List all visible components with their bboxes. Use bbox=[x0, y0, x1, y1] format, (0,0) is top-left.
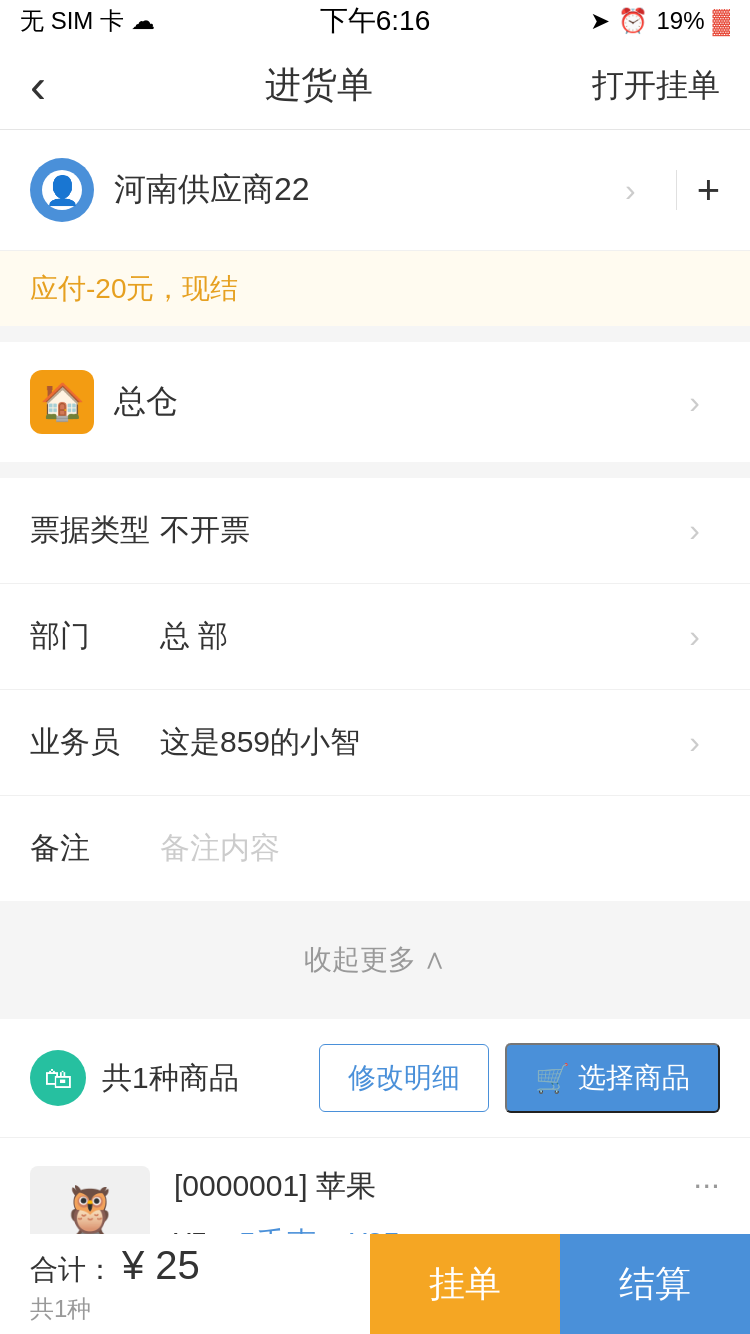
product-more-button[interactable]: ··· bbox=[693, 1166, 720, 1203]
supplier-section: 👤 河南供应商22 › + bbox=[0, 130, 750, 251]
avatar-icon: 👤 bbox=[42, 170, 82, 210]
payment-info: 应付-20元，现结 bbox=[30, 273, 238, 304]
edit-detail-button[interactable]: 修改明细 bbox=[319, 1044, 489, 1112]
warehouse-row[interactable]: 🏠 总仓 › bbox=[0, 342, 750, 462]
status-bar: 无 SIM 卡 ☁ 下午6:16 ➤ ⏰ 19% ▓ bbox=[0, 0, 750, 42]
payment-banner: 应付-20元，现结 bbox=[0, 251, 750, 326]
select-product-icon: 🛒 bbox=[535, 1062, 570, 1095]
collapse-button[interactable]: 收起更多 ∧ bbox=[0, 917, 750, 1003]
product-header: 🛍 共1种商品 修改明细 🛒 选择商品 bbox=[0, 1019, 750, 1138]
add-supplier-button[interactable]: + bbox=[697, 168, 720, 213]
supplier-name: 河南供应商22 bbox=[114, 168, 625, 212]
note-placeholder[interactable]: 备注内容 bbox=[160, 828, 720, 869]
form-row-salesperson[interactable]: 业务员 这是859的小智 › bbox=[0, 690, 750, 796]
supplier-divider bbox=[676, 170, 677, 210]
supplier-chevron-icon: › bbox=[625, 172, 636, 209]
salesperson-value: 这是859的小智 bbox=[160, 722, 689, 763]
dept-value: 总 部 bbox=[160, 616, 689, 657]
status-right: ➤ ⏰ 19% ▓ bbox=[590, 7, 730, 35]
invoice-label: 票据类型 bbox=[30, 510, 160, 551]
salesperson-chevron-icon: › bbox=[689, 724, 700, 761]
total-section: 合计： ¥ 25 共1种 bbox=[0, 1234, 370, 1334]
total-amount: ¥ 25 bbox=[122, 1243, 200, 1288]
back-button[interactable]: ‹ bbox=[30, 58, 46, 113]
alarm-icon: ⏰ bbox=[618, 7, 648, 35]
location-icon: ➤ bbox=[590, 7, 610, 35]
note-label: 备注 bbox=[30, 828, 160, 869]
invoice-chevron-icon: › bbox=[689, 512, 700, 549]
hang-button[interactable]: 挂单 bbox=[370, 1234, 560, 1334]
invoice-value: 不开票 bbox=[160, 510, 689, 551]
total-label: 合计： bbox=[30, 1251, 114, 1289]
sim-status: 无 SIM 卡 ☁ bbox=[20, 5, 155, 37]
hang-label: 挂单 bbox=[429, 1260, 501, 1309]
form-row-dept[interactable]: 部门 总 部 › bbox=[0, 584, 750, 690]
select-product-label: 选择商品 bbox=[578, 1059, 690, 1097]
status-time: 下午6:16 bbox=[320, 2, 431, 40]
warehouse-icon: 🏠 bbox=[30, 370, 94, 434]
form-row-invoice[interactable]: 票据类型 不开票 › bbox=[0, 478, 750, 584]
page-title: 进货单 bbox=[265, 61, 373, 110]
product-name: [0000001] 苹果 bbox=[174, 1166, 669, 1207]
battery-level: 19% bbox=[656, 7, 704, 35]
battery-icon: ▓ bbox=[713, 7, 731, 35]
warehouse-chevron-icon: › bbox=[689, 384, 700, 421]
salesperson-label: 业务员 bbox=[30, 722, 160, 763]
total-row: 合计： ¥ 25 bbox=[30, 1243, 340, 1289]
dept-label: 部门 bbox=[30, 616, 160, 657]
open-hang-button[interactable]: 打开挂单 bbox=[592, 64, 720, 108]
checkout-button[interactable]: 结算 bbox=[560, 1234, 750, 1334]
content: 👤 河南供应商22 › + 应付-20元，现结 🏠 总仓 › 票据类型 不开票 … bbox=[0, 130, 750, 1334]
supplier-row[interactable]: 👤 河南供应商22 › + bbox=[0, 130, 750, 251]
supplier-avatar: 👤 bbox=[30, 158, 94, 222]
bottom-bar: 合计： ¥ 25 共1种 挂单 结算 bbox=[0, 1234, 750, 1334]
select-product-button[interactable]: 🛒 选择商品 bbox=[505, 1043, 720, 1113]
dept-chevron-icon: › bbox=[689, 618, 700, 655]
status-left: 无 SIM 卡 ☁ bbox=[20, 5, 155, 37]
warehouse-name: 总仓 bbox=[114, 380, 689, 424]
form-section: 票据类型 不开票 › 部门 总 部 › 业务员 这是859的小智 › 备注 备注… bbox=[0, 478, 750, 901]
product-thumb-icon: 🦉 bbox=[60, 1183, 120, 1239]
product-section-icon: 🛍 bbox=[30, 1050, 86, 1106]
product-count: 共1种商品 bbox=[102, 1058, 319, 1099]
checkout-label: 结算 bbox=[619, 1260, 691, 1309]
nav-bar: ‹ 进货单 打开挂单 bbox=[0, 42, 750, 130]
form-row-note[interactable]: 备注 备注内容 bbox=[0, 796, 750, 901]
total-sub: 共1种 bbox=[30, 1293, 340, 1325]
